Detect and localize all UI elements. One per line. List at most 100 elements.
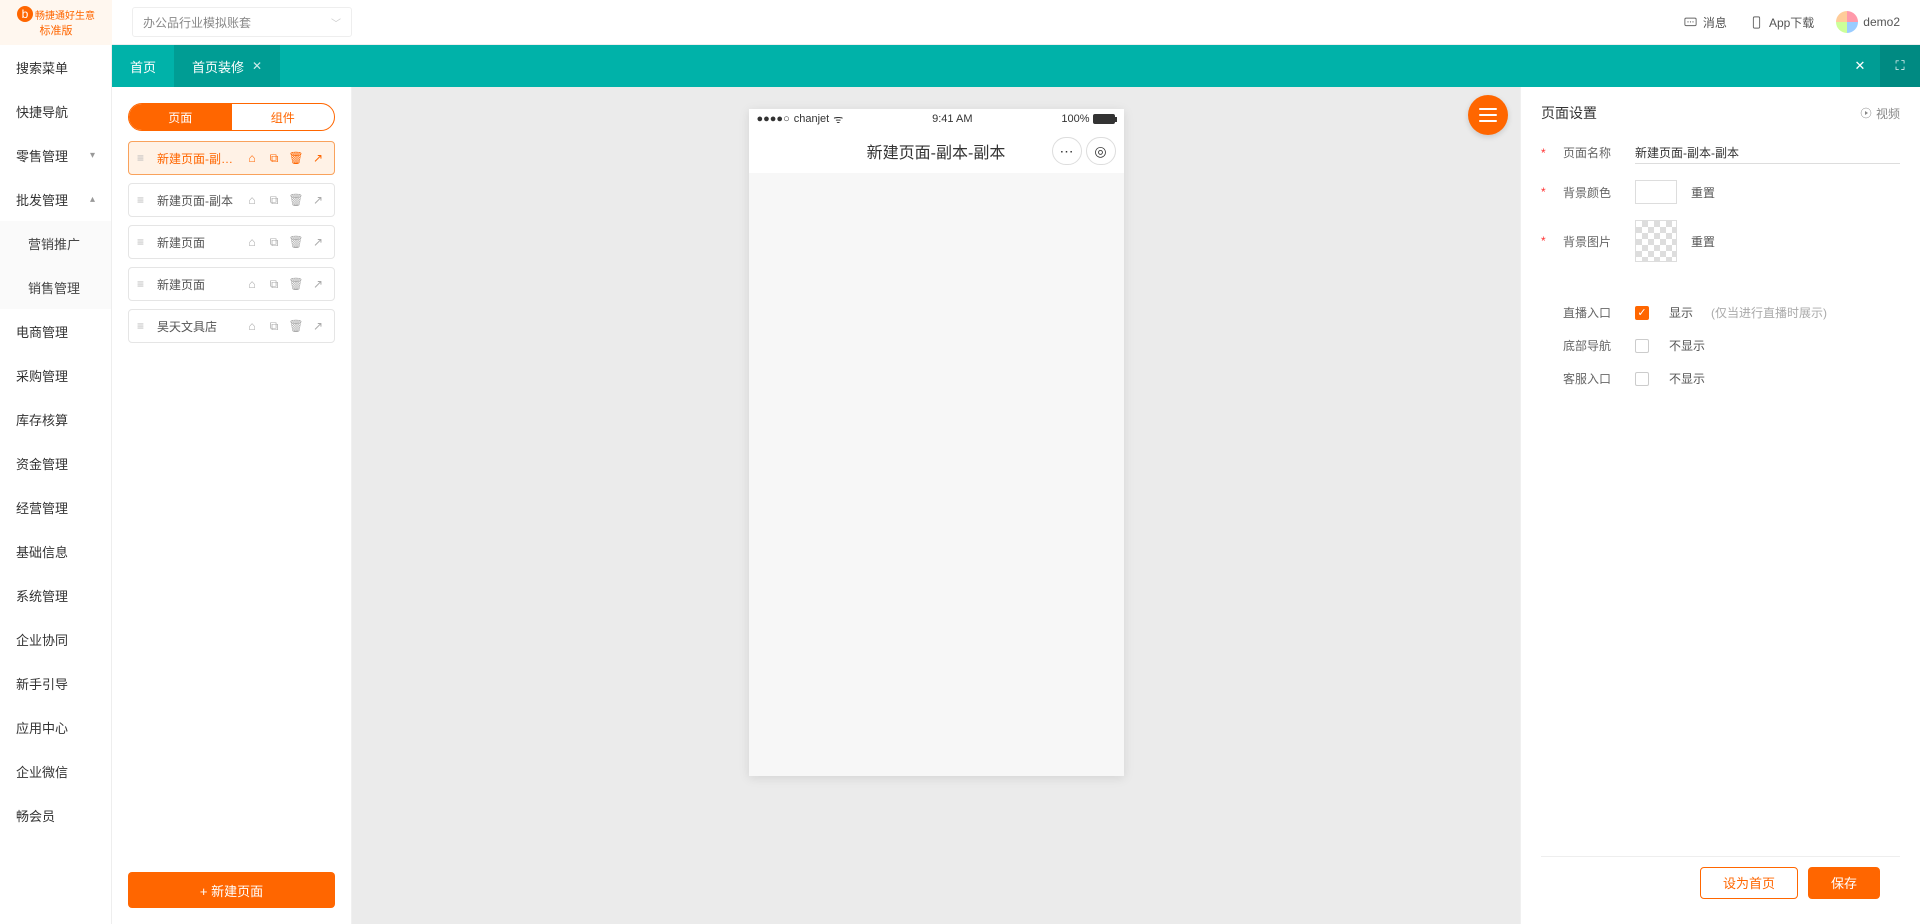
bottomnav-checkbox[interactable] — [1635, 339, 1649, 353]
bg-color-reset[interactable]: 重置 — [1691, 184, 1715, 201]
signal-icon: ●●●●○ — [757, 113, 790, 125]
settings-panel: 页面设置 视频 * 页面名称 * 背景颜色 重置 — [1520, 87, 1920, 924]
canvas-menu-button[interactable] — [1468, 95, 1508, 135]
copy-icon[interactable]: ⧉ — [266, 234, 282, 250]
drag-icon[interactable]: ≡ — [137, 277, 151, 291]
tab-home[interactable]: 首页 — [112, 45, 174, 87]
drag-icon[interactable]: ≡ — [137, 151, 151, 165]
nav-baseinfo[interactable]: 基础信息 — [0, 529, 111, 573]
drag-icon[interactable]: ≡ — [137, 235, 151, 249]
user-menu[interactable]: demo2 — [1836, 11, 1900, 33]
nav-wholesale[interactable]: 批发管理▴ — [0, 177, 111, 221]
share-icon[interactable]: ↗ — [310, 318, 326, 334]
nav-appcenter[interactable]: 应用中心 — [0, 705, 111, 749]
page-item[interactable]: ≡ 新建页面-副本-... ⌂ ⧉ 🗑 ↗ — [128, 141, 335, 175]
drag-icon[interactable]: ≡ — [137, 193, 151, 207]
home-icon[interactable]: ⌂ — [244, 276, 260, 292]
capsule-menu-icon[interactable]: ⋯ — [1052, 137, 1082, 165]
account-selector[interactable]: 办公品行业模拟账套 ﹀ — [132, 7, 352, 37]
page-item[interactable]: ≡ 新建页面 ⌂ ⧉ 🗑 ↗ — [128, 267, 335, 301]
carrier-label: chanjet — [794, 113, 829, 125]
nav-quicknav[interactable]: 快捷导航 — [0, 89, 111, 133]
field-label-bgcolor: 背景颜色 — [1563, 184, 1621, 201]
delete-icon[interactable]: 🗑 — [288, 192, 304, 208]
messages-link[interactable]: 消息 — [1683, 14, 1727, 31]
app-download-link[interactable]: App下载 — [1749, 14, 1814, 31]
chevron-up-icon: ▴ — [90, 194, 95, 205]
brand-mark-icon: b — [17, 6, 33, 22]
drag-icon[interactable]: ≡ — [137, 319, 151, 333]
nav-member[interactable]: 畅会员 — [0, 793, 111, 837]
home-icon[interactable]: ⌂ — [244, 150, 260, 166]
tab-page-design[interactable]: 首页装修 ✕ — [174, 45, 280, 87]
nav-ecommerce[interactable]: 电商管理 — [0, 309, 111, 353]
field-label-live: 直播入口 — [1563, 304, 1621, 321]
bg-image-picker[interactable] — [1635, 220, 1677, 262]
copy-icon[interactable]: ⧉ — [266, 150, 282, 166]
nav-coop[interactable]: 企业协同 — [0, 617, 111, 661]
home-icon[interactable]: ⌂ — [244, 234, 260, 250]
top-bar: b 畅捷通好生意 标准版 办公品行业模拟账套 ﹀ 消息 App下载 demo2 — [0, 0, 1920, 45]
switch-components[interactable]: 组件 — [232, 104, 335, 130]
phone-preview: ●●●●○ chanjet ᯤ 9:41 AM 100% 新建页面-副本-副本 — [749, 109, 1124, 776]
brand-name: 畅捷通好生意 — [35, 7, 95, 22]
bg-image-reset[interactable]: 重置 — [1691, 233, 1715, 250]
share-icon[interactable]: ↗ — [310, 234, 326, 250]
nav-retail[interactable]: 零售管理▾ — [0, 133, 111, 177]
page-item[interactable]: ≡ 新建页面 ⌂ ⧉ 🗑 ↗ — [128, 225, 335, 259]
page-name-input[interactable] — [1635, 141, 1900, 164]
brand-logo[interactable]: b 畅捷通好生意 标准版 — [0, 0, 112, 45]
live-show-checkbox[interactable]: ✓ — [1635, 306, 1649, 320]
bottomnav-label: 不显示 — [1669, 337, 1705, 354]
page-item-name: 新建页面 — [157, 234, 238, 251]
close-icon[interactable]: ✕ — [252, 59, 262, 73]
page-item[interactable]: ≡ 新建页面-副本 ⌂ ⧉ 🗑 ↗ — [128, 183, 335, 217]
delete-icon[interactable]: 🗑 — [288, 276, 304, 292]
home-icon[interactable]: ⌂ — [244, 318, 260, 334]
new-page-button[interactable]: + 新建页面 — [128, 872, 335, 908]
nav-fund[interactable]: 资金管理 — [0, 441, 111, 485]
share-icon[interactable]: ↗ — [310, 150, 326, 166]
pages-components-switch: 页面 组件 — [128, 103, 335, 131]
service-checkbox[interactable] — [1635, 372, 1649, 386]
nav-biz[interactable]: 经营管理 — [0, 485, 111, 529]
delete-icon[interactable]: 🗑 — [288, 150, 304, 166]
bg-color-swatch[interactable] — [1635, 180, 1677, 204]
home-icon[interactable]: ⌂ — [244, 192, 260, 208]
nav-wechat[interactable]: 企业微信 — [0, 749, 111, 793]
battery-icon — [1093, 114, 1115, 124]
copy-icon[interactable]: ⧉ — [266, 276, 282, 292]
tabs-fullscreen[interactable]: ⛶ — [1880, 45, 1920, 87]
save-button[interactable]: 保存 — [1808, 867, 1880, 899]
nav-search[interactable]: 搜索菜单 — [0, 45, 111, 89]
tabs-close-all[interactable]: ✕ — [1840, 45, 1880, 87]
share-icon[interactable]: ↗ — [310, 276, 326, 292]
nav-wholesale-sales[interactable]: 销售管理 — [0, 265, 111, 309]
nav-inventory[interactable]: 库存核算 — [0, 397, 111, 441]
nav-wholesale-marketing[interactable]: 营销推广 — [0, 221, 111, 265]
preview-canvas: ●●●●○ chanjet ᯤ 9:41 AM 100% 新建页面-副本-副本 — [352, 87, 1520, 924]
page-item[interactable]: ≡ 昊天文具店 ⌂ ⧉ 🗑 ↗ — [128, 309, 335, 343]
copy-icon[interactable]: ⧉ — [266, 318, 282, 334]
set-home-button[interactable]: 设为首页 — [1700, 867, 1798, 899]
page-list-panel: 页面 组件 ≡ 新建页面-副本-... ⌂ ⧉ 🗑 ↗ ≡ — [112, 87, 352, 924]
copy-icon[interactable]: ⧉ — [266, 192, 282, 208]
chevron-down-icon: ﹀ — [331, 15, 341, 30]
video-help-link[interactable]: 视频 — [1860, 105, 1900, 122]
field-label-bgimg: 背景图片 — [1563, 233, 1621, 250]
capsule-close-icon[interactable]: ◎ — [1086, 137, 1116, 165]
message-icon — [1683, 15, 1698, 30]
nav-system[interactable]: 系统管理 — [0, 573, 111, 617]
app-download-label: App下载 — [1769, 14, 1814, 31]
wifi-icon: ᯤ — [833, 112, 843, 127]
messages-label: 消息 — [1703, 14, 1727, 31]
live-hint: (仅当进行直播时展示) — [1711, 304, 1827, 321]
nav-purchase[interactable]: 采购管理 — [0, 353, 111, 397]
switch-pages[interactable]: 页面 — [129, 104, 232, 130]
brand-edition: 标准版 — [40, 22, 73, 38]
delete-icon[interactable]: 🗑 — [288, 318, 304, 334]
delete-icon[interactable]: 🗑 — [288, 234, 304, 250]
nav-guide[interactable]: 新手引导 — [0, 661, 111, 705]
share-icon[interactable]: ↗ — [310, 192, 326, 208]
required-mark: * — [1541, 234, 1549, 248]
